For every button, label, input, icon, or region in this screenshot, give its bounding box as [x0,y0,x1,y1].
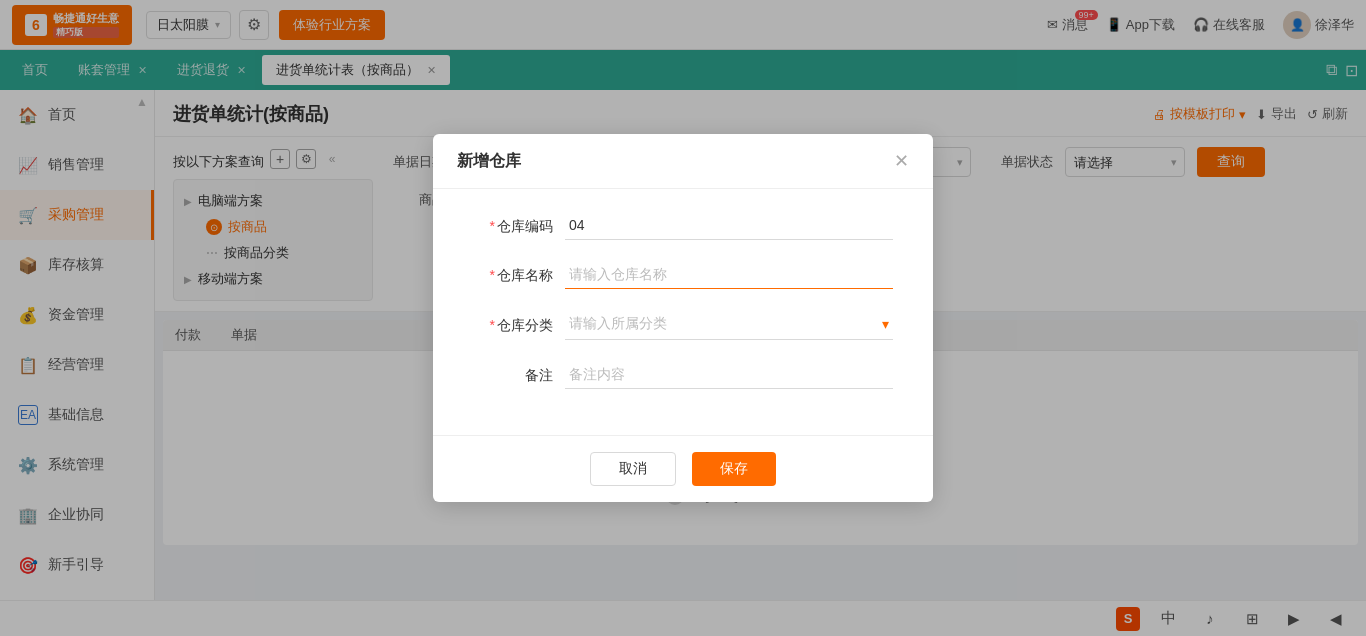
modal-close-button[interactable]: ✕ [894,150,909,172]
form-row-code: *仓库编码 [473,213,893,240]
code-label: *仓库编码 [473,218,553,236]
category-select[interactable]: 请输入所属分类 ▾ [565,311,893,340]
save-button[interactable]: 保存 [692,452,776,486]
category-label: *仓库分类 [473,317,553,335]
modal-overlay: 新增仓库 ✕ *仓库编码 *仓库名称 *仓库分类 [0,0,1366,636]
warehouse-note-input[interactable] [565,362,893,389]
warehouse-code-input[interactable] [565,213,893,240]
form-row-name: *仓库名称 [473,262,893,289]
modal-footer: 取消 保存 [433,435,933,502]
modal-title: 新增仓库 [457,151,521,172]
cancel-button[interactable]: 取消 [590,452,676,486]
warehouse-name-input[interactable] [565,262,893,289]
modal-body: *仓库编码 *仓库名称 *仓库分类 请输入所属分类 ▾ [433,189,933,435]
name-label: *仓库名称 [473,267,553,285]
form-row-category: *仓库分类 请输入所属分类 ▾ [473,311,893,340]
modal-header: 新增仓库 ✕ [433,134,933,189]
modal-add-warehouse: 新增仓库 ✕ *仓库编码 *仓库名称 *仓库分类 [433,134,933,502]
category-dropdown-arrow: ▾ [882,316,889,332]
form-row-note: 备注 [473,362,893,389]
note-label: 备注 [473,367,553,385]
